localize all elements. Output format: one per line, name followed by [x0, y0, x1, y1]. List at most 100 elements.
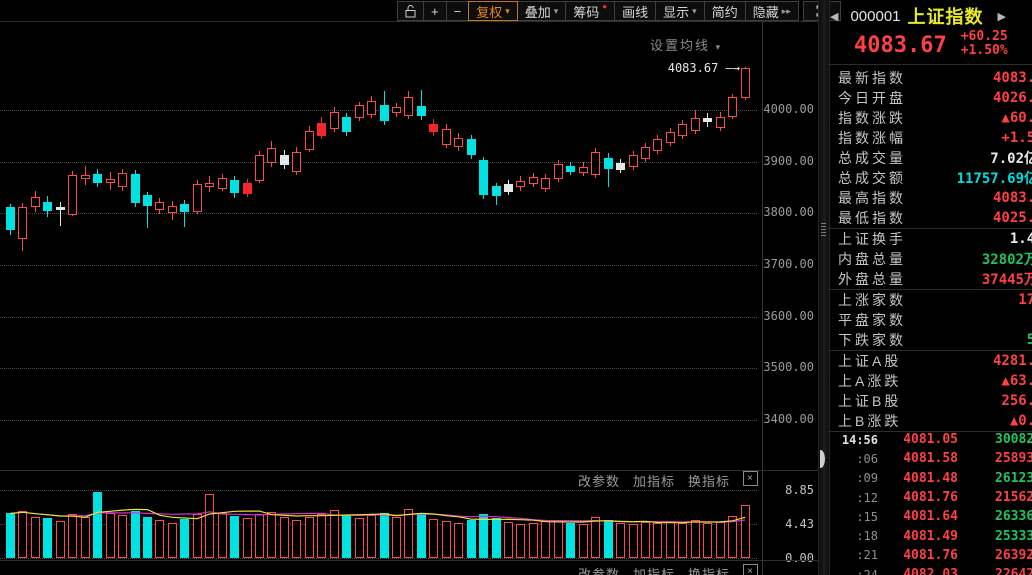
candle-wick [184, 199, 186, 227]
switch-indicator-link[interactable]: 换指标 [688, 471, 730, 490]
volume-bar [591, 517, 601, 558]
volume-pane-header: 改参数 加指标 换指标 × [528, 471, 758, 490]
panel-collapse-handle[interactable] [820, 450, 825, 468]
stock-code: 000001 [850, 7, 901, 25]
field-value: ▲63.23 [1001, 373, 1032, 389]
volume-bar [329, 509, 339, 558]
quote-field-row: 上A涨跌 ▲63.23 [828, 371, 1032, 391]
field-value: 511 [1026, 332, 1032, 348]
switch-indicator-link[interactable]: 换指标 [688, 564, 730, 575]
tick-row[interactable]: :24 4082.03 226426 [828, 565, 1032, 575]
candle-wick [732, 94, 734, 120]
quote-field-row: 上涨家数 1768 [828, 290, 1032, 310]
set-ma-dropdown[interactable]: 设置均线 ▾ [650, 35, 750, 54]
adjust-price-button[interactable]: 复权 ▾ [468, 1, 518, 21]
candle [479, 159, 489, 195]
volume-bar [516, 524, 526, 558]
edit-params-link[interactable]: 改参数 [578, 564, 620, 575]
candle [142, 194, 152, 207]
volume-gridline [0, 558, 757, 559]
candle-wick [495, 183, 497, 206]
candle [255, 155, 264, 182]
candle [416, 105, 426, 117]
zoom-out-button[interactable]: − [445, 1, 470, 21]
candle-wick [196, 180, 198, 215]
draw-line-button[interactable]: 画线 [614, 1, 657, 21]
tick-row[interactable]: 14:56 4081.05 300827 [828, 430, 1032, 449]
candle-wick [470, 134, 472, 159]
overlay-button[interactable]: 叠加 ▾ [516, 1, 567, 21]
field-value: 4083.67 [992, 190, 1032, 206]
volume-bar [690, 520, 700, 558]
simple-mode-button[interactable]: 简约 [703, 1, 746, 21]
volume-bar [367, 514, 377, 558]
last-price-annotation: 4083.67 —→ [667, 61, 740, 75]
toolbar-divider [0, 21, 818, 22]
volume-bar [466, 520, 476, 558]
candle-wick [34, 190, 36, 213]
close-icon[interactable]: × [743, 471, 758, 486]
volume-gridline [0, 523, 757, 525]
tick-row[interactable]: :06 4081.58 258933 [828, 449, 1032, 468]
edit-params-link[interactable]: 改参数 [578, 471, 620, 490]
volume-bar [628, 524, 638, 558]
tick-time: :12 [856, 490, 878, 505]
candle [304, 130, 314, 151]
volume-bar [566, 522, 576, 558]
candle-wick [395, 102, 397, 118]
volume-bar [6, 513, 15, 558]
candle [740, 67, 750, 99]
candle [703, 118, 713, 123]
hide-toolbar-button[interactable]: 隐藏 ▸▸ [744, 1, 799, 21]
candle-wick [669, 127, 671, 147]
price-summary: 4083.67 +60.25 +1.50% [836, 30, 1032, 59]
candle-wick [532, 173, 534, 188]
candle [429, 124, 439, 132]
field-value: 4025.05 [992, 210, 1032, 226]
volume-bar [55, 521, 65, 558]
candle [93, 174, 103, 184]
zoom-in-button[interactable]: + [423, 1, 447, 21]
quote-field-row: 最高指数 4083.67 [828, 188, 1032, 208]
volume-bar [354, 518, 364, 558]
candle-wick [483, 156, 485, 199]
quote-field-row: 总成交额 11757.69亿元 [828, 168, 1032, 188]
splitter-grip-icon[interactable] [821, 221, 826, 236]
tick-row[interactable]: :12 4081.76 215626 [828, 488, 1032, 507]
tick-volume: 253337 [995, 528, 1032, 544]
price-axis-line [762, 22, 763, 575]
candle [317, 123, 327, 136]
lock-icon[interactable] [397, 1, 424, 21]
quote-field-row: 最低指数 4025.05 [828, 208, 1032, 228]
candle [267, 148, 277, 163]
candle [404, 96, 414, 117]
volume-bar [180, 518, 190, 558]
volume-bar [665, 521, 675, 558]
price-axis-label: 3700.00 [763, 257, 814, 271]
volume-bar [93, 491, 103, 558]
tick-row[interactable]: :15 4081.64 263362 [828, 507, 1032, 526]
notification-dot-icon: ● [602, 2, 608, 11]
volume-bar [267, 511, 277, 558]
tick-row[interactable]: :21 4081.76 263922 [828, 546, 1032, 565]
candle [68, 175, 78, 215]
close-icon[interactable]: × [743, 564, 758, 575]
tick-row[interactable]: :18 4081.49 253337 [828, 526, 1032, 545]
next-stock-icon[interactable]: ▶ [998, 10, 1006, 23]
candle [578, 166, 588, 174]
price-gridline [0, 110, 757, 111]
candle [491, 186, 501, 196]
volume-bar [504, 521, 513, 558]
candle-wick [582, 161, 584, 177]
prev-stock-icon[interactable]: ◀ [830, 10, 838, 23]
display-button[interactable]: 显示 ▾ [655, 1, 705, 21]
add-indicator-link[interactable]: 加指标 [633, 471, 675, 490]
volume-bar [441, 521, 451, 558]
tick-list[interactable]: 14:56 4081.05 300827:06 4081.58 258933:09 408… [828, 430, 1032, 575]
chip-distribution-button[interactable]: 筹码 ● [565, 1, 616, 21]
add-indicator-link[interactable]: 加指标 [633, 564, 675, 575]
field-label: 上证换手 [838, 231, 906, 247]
field-value: ▲0.96 [1009, 413, 1032, 429]
tick-row[interactable]: :09 4081.48 261230 [828, 469, 1032, 488]
candle [504, 184, 513, 192]
